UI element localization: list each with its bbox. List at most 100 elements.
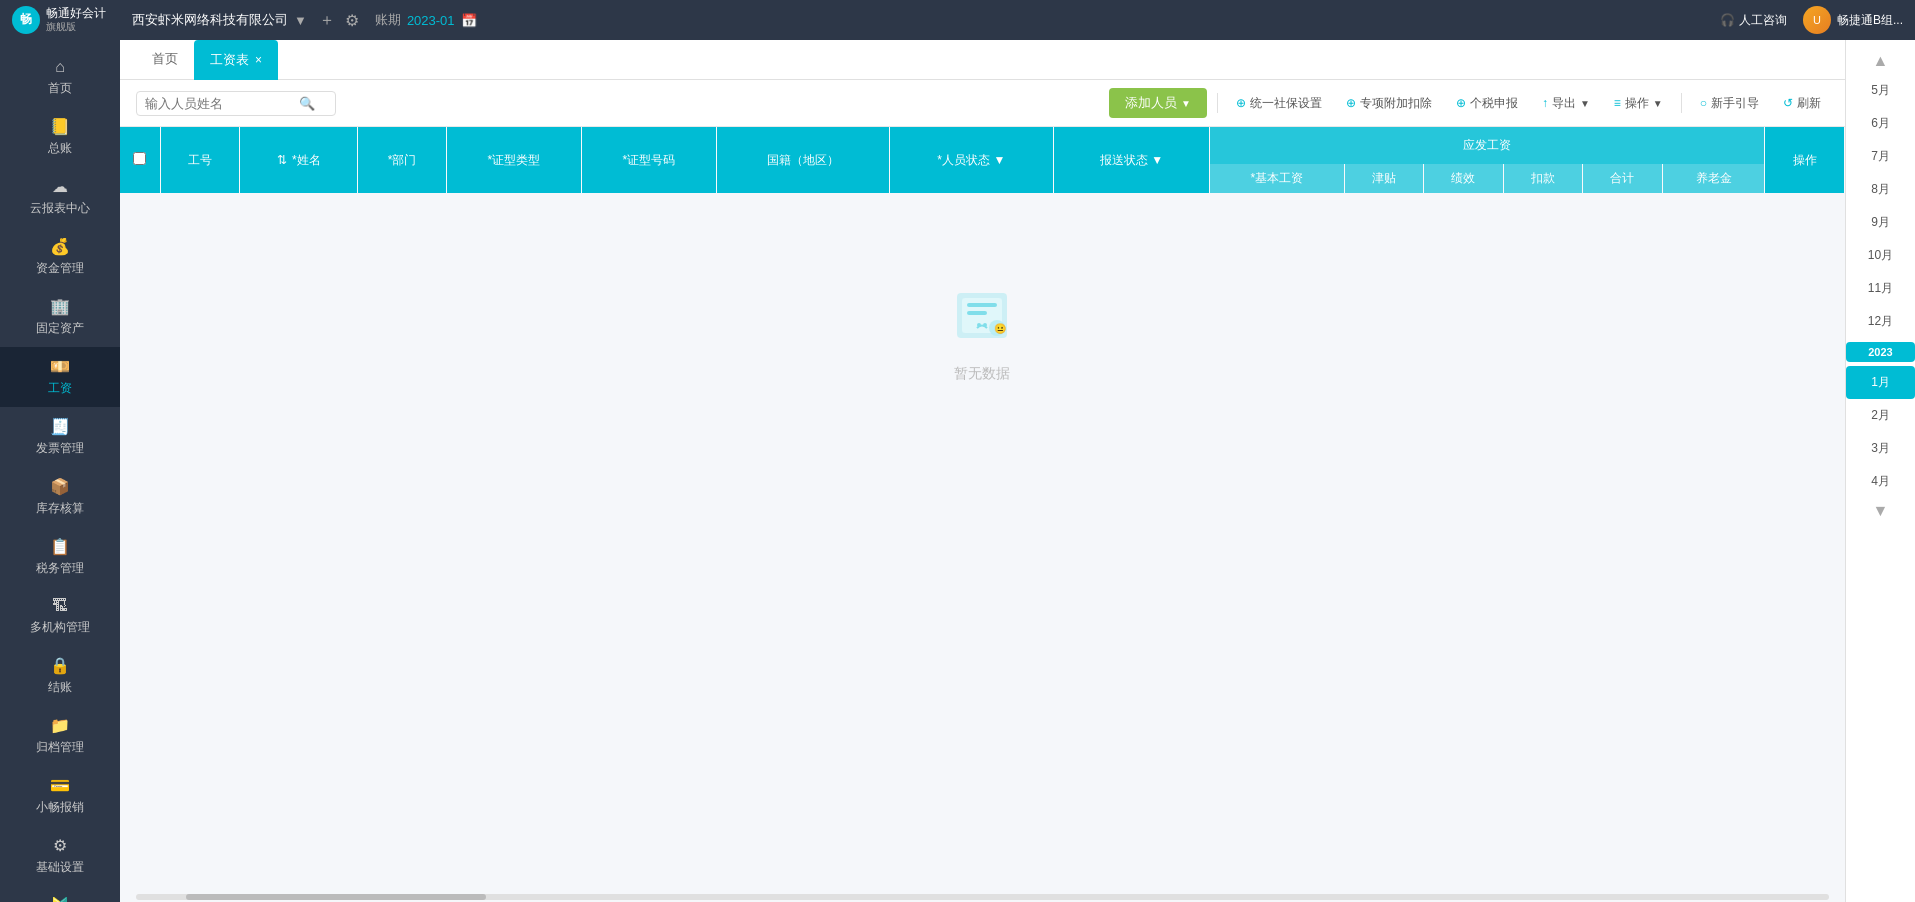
month-item-5[interactable]: 5月 [1846,74,1915,107]
home-icon: ⌂ [55,58,65,76]
empty-state: 😐 暂无数据 [120,193,1845,463]
export-icon: ↑ [1542,96,1548,110]
period-value: 2023-01 [407,13,455,28]
dropdown-arrow-icon: ▼ [1181,98,1191,109]
sidebar-item-guide[interactable]: 🔰 新手引导 [0,886,120,902]
guide-toolbar-icon: ○ [1700,96,1707,110]
company-name: 西安虾米网络科技有限公司 [132,11,288,29]
top-bar: 畅 畅通好会计 旗舰版 西安虾米网络科技有限公司 ▼ ＋ ⚙ 账期 2023-0… [0,0,1915,40]
month-item-10[interactable]: 10月 [1846,239,1915,272]
month-item-8[interactable]: 8月 [1846,173,1915,206]
col-emp-status: *人员状态 ▼ [889,127,1054,193]
search-wrap[interactable]: 🔍 [136,91,336,116]
sidebar-label-cloud: 云报表中心 [30,200,90,217]
sidebar-item-fixed-assets[interactable]: 🏢 固定资产 [0,287,120,347]
search-input[interactable] [145,96,295,111]
month-item-7[interactable]: 7月 [1846,140,1915,173]
month-item-3[interactable]: 3月 [1846,432,1915,465]
operations-action[interactable]: ≡ 操作 ▼ [1606,91,1671,116]
calendar-icon[interactable]: 📅 [461,13,477,28]
scroll-thumb[interactable] [186,894,486,900]
svg-point-6 [977,323,981,327]
sidebar-item-archive[interactable]: 📁 归档管理 [0,706,120,766]
service-button[interactable]: 🎧 人工咨询 [1720,12,1787,29]
logo-sub: 旗舰版 [46,20,106,34]
col-wage-group: 应发工资 [1209,127,1765,164]
add-icon[interactable]: ＋ [319,10,335,31]
month-item-2[interactable]: 2月 [1846,399,1915,432]
sidebar-label-expense: 小畅报销 [36,799,84,816]
month-item-12[interactable]: 12月 [1846,305,1915,338]
add-person-button[interactable]: 添加人员 ▼ [1109,88,1207,118]
refresh-action[interactable]: ↺ 刷新 [1775,91,1829,116]
select-all-checkbox[interactable] [133,152,146,165]
right-panel: ▲ 5月 6月 7月 8月 9月 10月 11月 12月 2023 1月 2月 … [1845,40,1915,902]
svg-rect-3 [967,311,987,315]
sidebar-item-invoice[interactable]: 🧾 发票管理 [0,407,120,467]
cloud-icon: ☁ [52,177,68,196]
report-status-filter-icon[interactable]: ▼ [1151,153,1163,167]
svg-text:😐: 😐 [994,322,1007,335]
headset-icon: 🎧 [1720,13,1735,27]
sidebar-item-home[interactable]: ⌂ 首页 [0,48,120,107]
month-item-4[interactable]: 4月 [1846,465,1915,498]
tab-salary-table[interactable]: 工资表 × [194,40,278,80]
sidebar-item-salary[interactable]: 💴 工资 [0,347,120,407]
tab-salary-label: 工资表 [210,51,249,69]
empty-text: 暂无数据 [954,365,1010,383]
export-action[interactable]: ↑ 导出 ▼ [1534,91,1598,116]
special-deduct-icon: ⊕ [1346,96,1356,110]
table-header-row: 工号 ⇅ *姓名 *部门 *证型类型 *证型号码 国籍（地区） *人员状态 ▼ [120,127,1845,164]
sidebar-item-inventory[interactable]: 📦 库存核算 [0,467,120,527]
panel-up-arrow[interactable]: ▲ [1869,48,1893,74]
fund-icon: 💰 [50,237,70,256]
topbar-actions: ＋ ⚙ [319,10,359,31]
archive-icon: 📁 [50,716,70,735]
social-security-icon: ⊕ [1236,96,1246,110]
settings-icon[interactable]: ⚙ [345,11,359,30]
divider-2 [1681,93,1682,113]
assets-icon: 🏢 [50,297,70,316]
svg-rect-2 [967,303,997,307]
sidebar-label-archive: 归档管理 [36,739,84,756]
user-name: 畅捷通B组... [1837,12,1903,29]
sidebar-item-tax[interactable]: 📋 税务管理 [0,527,120,587]
tab-close-icon[interactable]: × [255,53,262,67]
sidebar-item-settings[interactable]: ⚙ 基础设置 [0,826,120,886]
guide-action[interactable]: ○ 新手引导 [1692,91,1767,116]
month-item-11[interactable]: 11月 [1846,272,1915,305]
sidebar-item-ledger[interactable]: 📒 总账 [0,107,120,167]
sidebar-label-fund: 资金管理 [36,260,84,277]
refresh-icon: ↺ [1783,96,1793,110]
svg-point-7 [983,323,987,327]
multi-org-icon: 🏗 [52,597,68,615]
social-security-action[interactable]: ⊕ 统一社保设置 [1228,91,1330,116]
salary-table: 工号 ⇅ *姓名 *部门 *证型类型 *证型号码 国籍（地区） *人员状态 ▼ [120,127,1845,463]
tab-home[interactable]: 首页 [136,40,194,80]
col-subsidy: 津贴 [1344,164,1423,193]
panel-down-arrow[interactable]: ▼ [1869,498,1893,524]
emp-status-filter-icon[interactable]: ▼ [993,153,1005,167]
sidebar-label-assets: 固定资产 [36,320,84,337]
personal-tax-action[interactable]: ⊕ 个税申报 [1448,91,1526,116]
sidebar-item-expense[interactable]: 💳 小畅报销 [0,766,120,826]
period-display: 账期 2023-01 📅 [375,11,477,29]
sidebar-item-fund[interactable]: 💰 资金管理 [0,227,120,287]
sidebar-label-home: 首页 [48,80,72,97]
settings-nav-icon: ⚙ [53,836,67,855]
expense-icon: 💳 [50,776,70,795]
month-item-6[interactable]: 6月 [1846,107,1915,140]
operations-chevron-icon: ▼ [1653,98,1663,109]
sidebar-label-salary: 工资 [48,380,72,397]
user-area[interactable]: U 畅捷通B组... [1803,6,1903,34]
special-deduct-action[interactable]: ⊕ 专项附加扣除 [1338,91,1440,116]
sidebar-item-cloud-report[interactable]: ☁ 云报表中心 [0,167,120,227]
horizontal-scrollbar[interactable] [120,892,1845,902]
col-performance: 绩效 [1424,164,1503,193]
sidebar-item-close[interactable]: 🔒 结账 [0,646,120,706]
sidebar-label-tax: 税务管理 [36,560,84,577]
sidebar-item-multi-org[interactable]: 🏗 多机构管理 [0,587,120,646]
company-selector[interactable]: 西安虾米网络科技有限公司 ▼ [132,11,307,29]
month-item-9[interactable]: 9月 [1846,206,1915,239]
month-item-1[interactable]: 1月 [1846,366,1915,399]
